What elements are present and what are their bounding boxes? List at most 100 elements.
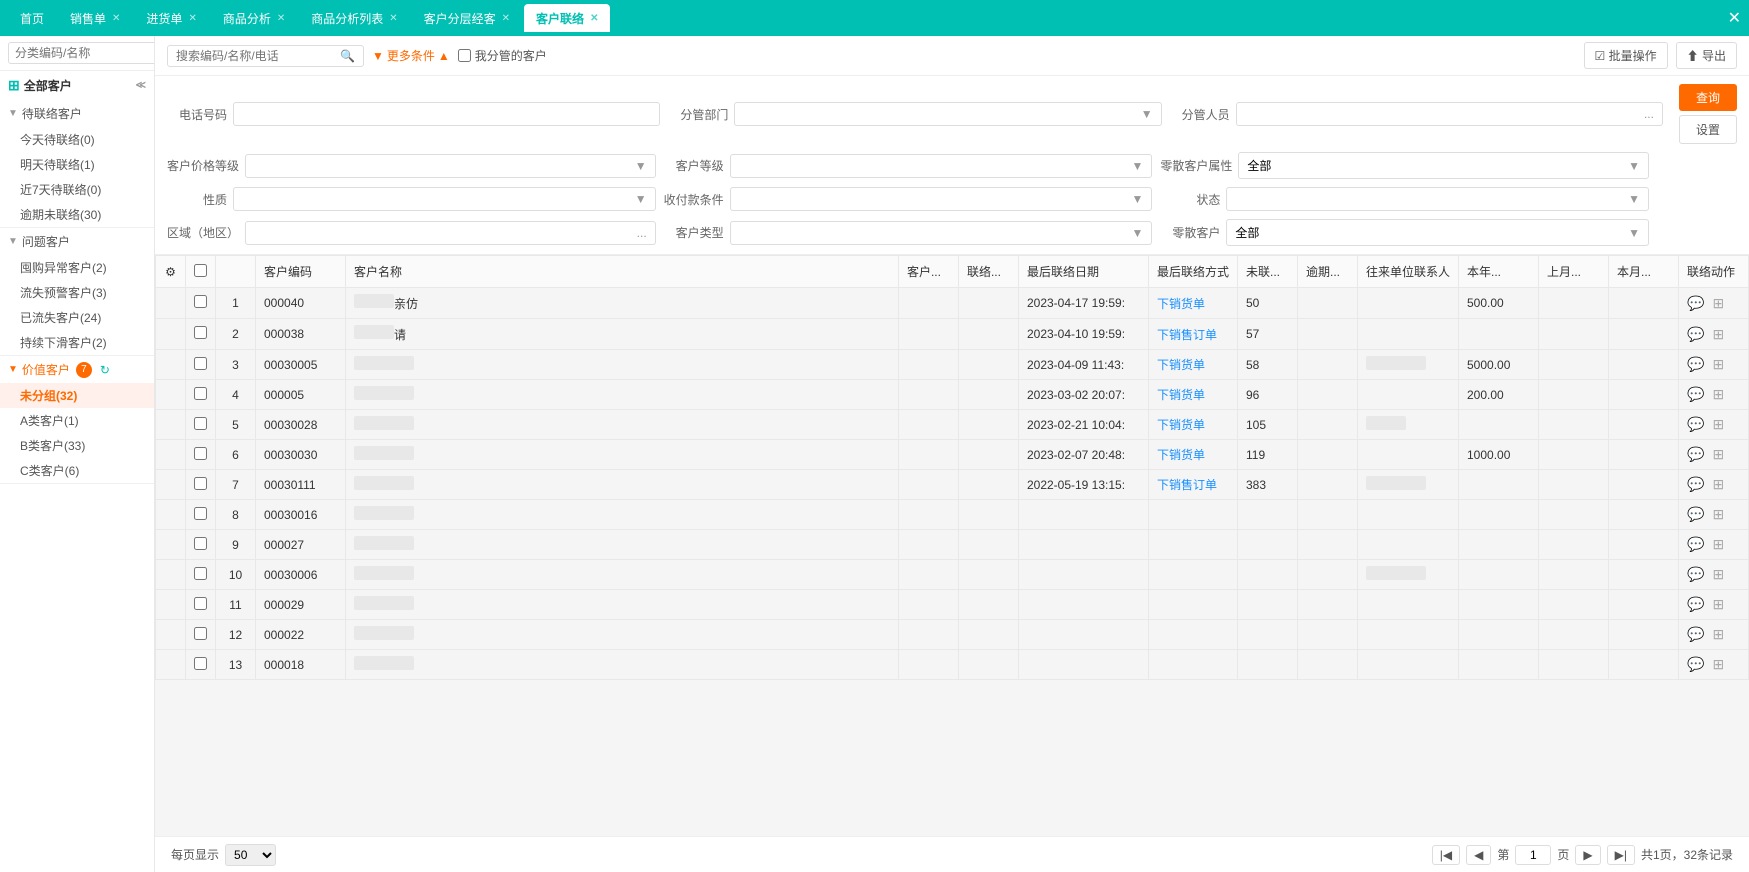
sidebar-item-overdue[interactable]: 逾期未联络(30) [0,202,154,227]
grid-action-icon[interactable]: ⊞ [1712,596,1724,613]
sidebar-item-lost[interactable]: 已流失客户(24) [0,305,154,330]
batch-op-button[interactable]: ☑ 批量操作 [1584,42,1668,69]
refresh-icon[interactable]: ↻ [100,363,110,377]
first-page-button[interactable]: |◀ [1432,845,1460,865]
row-checkbox[interactable] [194,627,207,640]
row-checkbox[interactable] [194,387,207,400]
sidebar-item-hoarding[interactable]: 囤购异常客户(2) [0,255,154,280]
filter-tier-select[interactable]: ▼ [730,154,1153,178]
th-code[interactable]: 客户编码 [256,256,346,288]
filter-phone-input[interactable] [233,102,660,126]
filter-search-icon[interactable]: 🔍 [340,49,355,63]
chat-icon[interactable]: 💬 [1687,326,1704,343]
row-checkbox[interactable] [194,597,207,610]
th-last-contact-date[interactable]: 最后联络日期 [1018,256,1148,288]
sidebar-item-tomorrow[interactable]: 明天待联络(1) [0,152,154,177]
sidebar-item-warning[interactable]: 流失预警客户(3) [0,280,154,305]
sidebar-search-input[interactable] [8,42,155,64]
filter-region-select[interactable]: ... [245,221,656,245]
all-customers-header[interactable]: ⊞ 全部客户 ≪ [0,71,154,100]
row-checkbox[interactable] [194,537,207,550]
th-unit-contact[interactable]: 往来单位联系人 [1357,256,1458,288]
chat-icon[interactable]: 💬 [1687,626,1704,643]
grid-action-icon[interactable]: ⊞ [1712,506,1724,523]
tab-customer-tier[interactable]: 客户分层经客 ✕ [412,4,522,32]
grid-action-icon[interactable]: ⊞ [1712,536,1724,553]
row-checkbox[interactable] [194,447,207,460]
grid-action-icon[interactable]: ⊞ [1712,416,1724,433]
th-contact[interactable]: 联络... [958,256,1018,288]
grid-action-icon[interactable]: ⊞ [1712,656,1724,673]
filter-retail-select[interactable]: 全部 ▼ [1226,219,1649,246]
th-type[interactable]: 客户... [898,256,958,288]
chat-icon[interactable]: 💬 [1687,356,1704,373]
per-page-select[interactable]: 50 100 200 [225,844,276,866]
select-all-checkbox[interactable] [194,264,207,277]
last-page-button[interactable]: ▶| [1607,845,1635,865]
chat-icon[interactable]: 💬 [1687,566,1704,583]
tab-customer-contact[interactable]: 客户联络 ✕ [524,4,610,32]
grid-action-icon[interactable]: ⊞ [1712,566,1724,583]
sidebar-item-today[interactable]: 今天待联络(0) [0,127,154,152]
filter-nature-select[interactable]: ▼ [233,187,656,211]
filter-search-input[interactable] [176,49,336,63]
row-checkbox[interactable] [194,326,207,339]
grid-action-icon[interactable]: ⊞ [1712,295,1724,312]
export-button[interactable]: ⬆ 导出 [1676,42,1737,69]
filter-status-select[interactable]: ▼ [1226,187,1649,211]
th-last-contact-method[interactable]: 最后联络方式 [1148,256,1237,288]
tab-purchase-close[interactable]: ✕ [188,13,196,24]
prev-page-button[interactable]: ◀ [1466,845,1491,865]
row-checkbox[interactable] [194,295,207,308]
row-checkbox[interactable] [194,417,207,430]
th-overdue[interactable]: 逾期... [1297,256,1357,288]
grid-action-icon[interactable]: ⊞ [1712,356,1724,373]
filter-customer-type-select[interactable]: ▼ [730,221,1153,245]
problem-group-header[interactable]: ▼ 问题客户 [0,228,154,255]
tab-purchase[interactable]: 进货单 ✕ [134,4,208,32]
pending-group-header[interactable]: ▼ 待联络客户 [0,100,154,127]
tab-home[interactable]: 首页 [8,4,56,32]
chat-icon[interactable]: 💬 [1687,656,1704,673]
row-checkbox[interactable] [194,507,207,520]
next-page-button[interactable]: ▶ [1575,845,1600,865]
chat-icon[interactable]: 💬 [1687,416,1704,433]
th-this-month[interactable]: 本月... [1609,256,1679,288]
row-checkbox[interactable] [194,567,207,580]
sidebar-item-class-c[interactable]: C类客户(6) [0,458,154,483]
tab-sales[interactable]: 销售单 ✕ [58,4,132,32]
th-last-month[interactable]: 上月... [1539,256,1609,288]
th-settings[interactable]: ⚙ [156,256,186,288]
chat-icon[interactable]: 💬 [1687,596,1704,613]
sidebar-item-7days[interactable]: 近7天待联络(0) [0,177,154,202]
sidebar-item-unclassified[interactable]: 未分组(32) [0,383,154,408]
tab-sales-close[interactable]: ✕ [112,13,120,24]
chat-icon[interactable]: 💬 [1687,476,1704,493]
value-group-header[interactable]: ▼ 价值客户 7 ↻ [0,356,154,383]
chat-icon[interactable]: 💬 [1687,295,1704,312]
th-year-amount[interactable]: 本年... [1459,256,1539,288]
sidebar-item-class-a[interactable]: A类客户(1) [0,408,154,433]
filter-dept-select[interactable]: ▼ [734,102,1161,126]
grid-action-icon[interactable]: ⊞ [1712,446,1724,463]
chat-icon[interactable]: 💬 [1687,446,1704,463]
grid-action-icon[interactable]: ⊞ [1712,626,1724,643]
row-checkbox[interactable] [194,477,207,490]
chat-icon[interactable]: 💬 [1687,536,1704,553]
tab-analysis-list[interactable]: 商品分析列表 ✕ [299,4,409,32]
my-customers-checkbox[interactable] [458,49,471,62]
tab-analysis[interactable]: 商品分析 ✕ [211,4,297,32]
grid-action-icon[interactable]: ⊞ [1712,386,1724,403]
filter-manager-select[interactable]: ... [1236,102,1663,126]
row-checkbox[interactable] [194,657,207,670]
tab-customer-contact-close[interactable]: ✕ [590,13,598,24]
chat-icon[interactable]: 💬 [1687,386,1704,403]
tab-analysis-list-close[interactable]: ✕ [389,13,397,24]
filter-retail-attr-select[interactable]: 全部 ▼ [1238,152,1649,179]
reset-button[interactable]: 设置 [1679,115,1737,144]
filter-payment-select[interactable]: ▼ [730,187,1153,211]
sidebar-item-declining[interactable]: 持续下滑客户(2) [0,330,154,355]
page-number-input[interactable] [1515,845,1551,865]
grid-action-icon[interactable]: ⊞ [1712,326,1724,343]
row-checkbox[interactable] [194,357,207,370]
